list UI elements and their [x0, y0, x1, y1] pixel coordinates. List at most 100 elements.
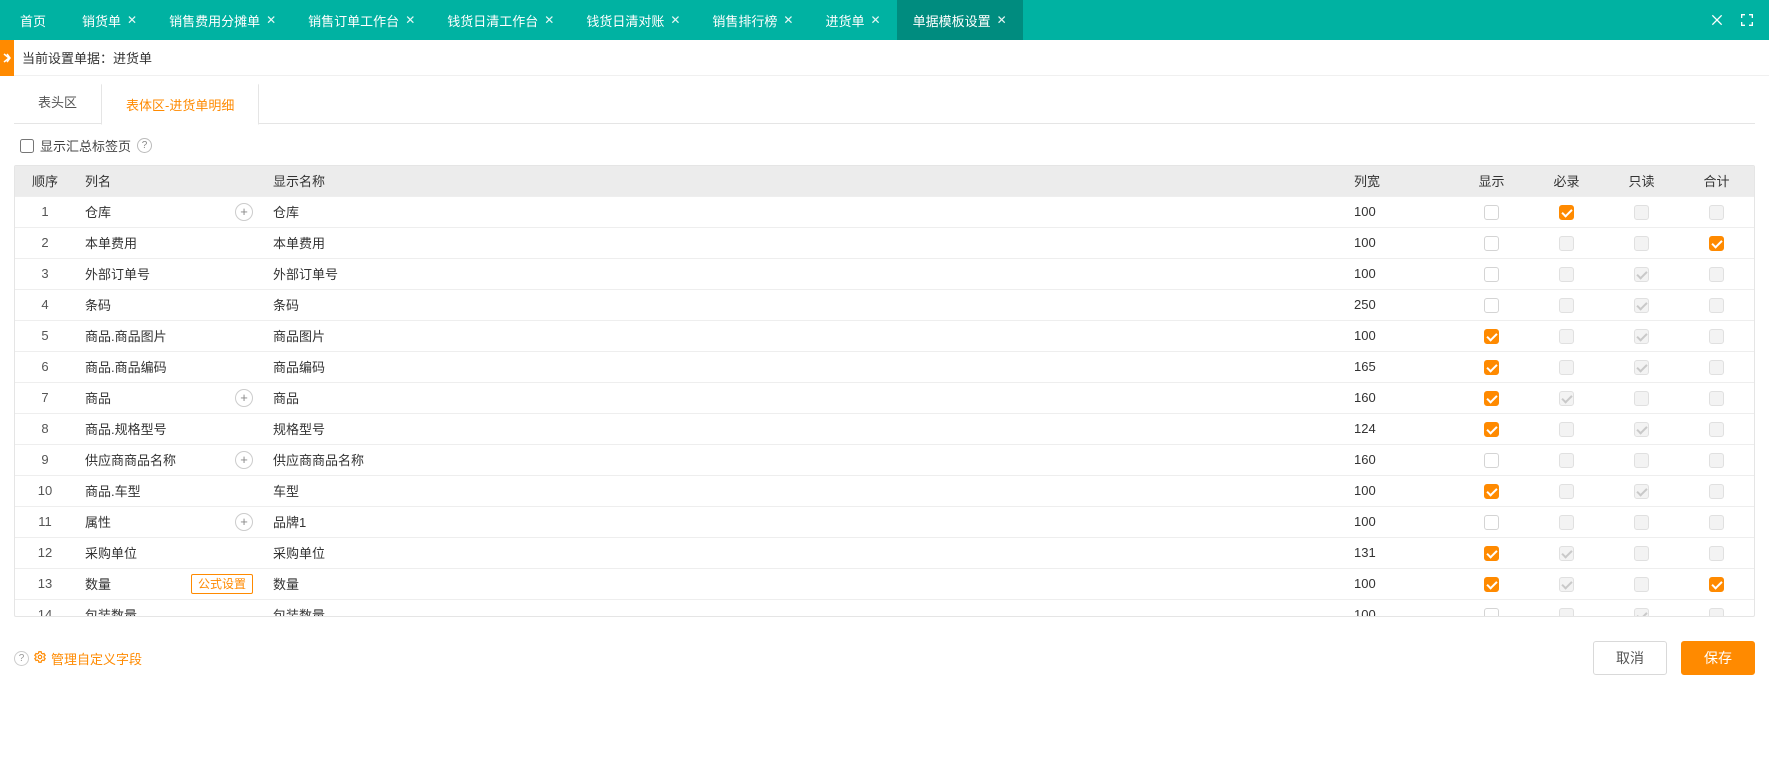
- cell-colname: 商品.车型: [75, 475, 263, 506]
- cell-dispname: 商品图片: [263, 320, 1344, 351]
- cell-colname: 包装数量: [75, 599, 263, 616]
- cell-colname: 条码: [75, 289, 263, 320]
- cell-seq: 12: [15, 537, 75, 568]
- show-sum-tab-label: 显示汇总标签页: [40, 136, 131, 155]
- plus-icon[interactable]: +: [235, 513, 253, 531]
- cell-dispname: 仓库: [263, 196, 1344, 227]
- readonly-checkbox: [1634, 298, 1649, 313]
- show-checkbox[interactable]: [1484, 360, 1499, 375]
- show-checkbox[interactable]: [1484, 484, 1499, 499]
- show-checkbox[interactable]: [1484, 608, 1499, 616]
- table-row[interactable]: 5商品.商品图片商品图片100: [15, 320, 1754, 351]
- cancel-button[interactable]: 取消: [1593, 641, 1667, 675]
- sum-checkbox[interactable]: [1709, 577, 1724, 592]
- top-tab[interactable]: 首页: [0, 0, 66, 40]
- table-row[interactable]: 12采购单位采购单位131: [15, 537, 1754, 568]
- close-icon[interactable]: ✕: [266, 13, 276, 27]
- table-row[interactable]: 9供应商商品名称+供应商商品名称160: [15, 444, 1754, 475]
- expand-chevron-icon[interactable]: [0, 40, 14, 76]
- cell-seq: 13: [15, 568, 75, 599]
- close-icon[interactable]: ✕: [670, 13, 680, 27]
- table-row[interactable]: 14包装数量包装数量100: [15, 599, 1754, 616]
- show-checkbox[interactable]: [1484, 205, 1499, 220]
- required-checkbox[interactable]: [1559, 205, 1574, 220]
- show-checkbox[interactable]: [1484, 453, 1499, 468]
- top-tab-label: 首页: [20, 11, 46, 30]
- top-tab[interactable]: 销售费用分摊单✕: [153, 0, 292, 40]
- table-row[interactable]: 8商品.规格型号规格型号124: [15, 413, 1754, 444]
- help-icon[interactable]: ?: [137, 138, 152, 153]
- close-icon[interactable]: ✕: [544, 13, 554, 27]
- required-checkbox: [1559, 546, 1574, 561]
- show-checkbox[interactable]: [1484, 422, 1499, 437]
- table-row[interactable]: 3外部订单号外部订单号100: [15, 258, 1754, 289]
- formula-button[interactable]: 公式设置: [191, 574, 253, 594]
- readonly-checkbox: [1634, 422, 1649, 437]
- show-checkbox[interactable]: [1484, 577, 1499, 592]
- close-icon[interactable]: ✕: [997, 13, 1007, 27]
- top-tab-label: 钱货日清工作台: [447, 11, 538, 30]
- cell-seq: 9: [15, 444, 75, 475]
- show-checkbox[interactable]: [1484, 391, 1499, 406]
- top-tab-bar: 首页销货单✕销售费用分摊单✕销售订单工作台✕钱货日清工作台✕钱货日清对账✕销售排…: [0, 0, 1769, 40]
- manage-custom-fields-link[interactable]: 管理自定义字段: [51, 649, 142, 668]
- cell-width: 160: [1344, 382, 1454, 413]
- cell-colname: 供应商商品名称+: [75, 444, 263, 475]
- sum-checkbox: [1709, 422, 1724, 437]
- th-show: 显示: [1454, 166, 1529, 196]
- save-button[interactable]: 保存: [1681, 641, 1755, 675]
- show-checkbox[interactable]: [1484, 515, 1499, 530]
- show-sum-tab-checkbox[interactable]: [20, 139, 34, 153]
- required-checkbox: [1559, 360, 1574, 375]
- cell-width: 100: [1344, 258, 1454, 289]
- top-tab[interactable]: 进货单✕: [809, 0, 896, 40]
- th-dispname: 显示名称: [263, 166, 1344, 196]
- table-row[interactable]: 7商品+商品160: [15, 382, 1754, 413]
- cell-width: 100: [1344, 475, 1454, 506]
- plus-icon[interactable]: +: [235, 389, 253, 407]
- top-tab-label: 单据模板设置: [913, 11, 991, 30]
- table-row[interactable]: 11属性+品牌1100: [15, 506, 1754, 537]
- sum-checkbox[interactable]: [1709, 236, 1724, 251]
- show-checkbox[interactable]: [1484, 267, 1499, 282]
- cell-dispname: 包装数量: [263, 599, 1344, 616]
- top-tab[interactable]: 钱货日清对账✕: [570, 0, 696, 40]
- show-checkbox[interactable]: [1484, 298, 1499, 313]
- cell-colname: 外部订单号: [75, 258, 263, 289]
- plus-icon[interactable]: +: [235, 451, 253, 469]
- close-icon[interactable]: ✕: [127, 13, 137, 27]
- show-checkbox[interactable]: [1484, 329, 1499, 344]
- cell-seq: 5: [15, 320, 75, 351]
- location-prefix: 当前设置单据：: [22, 51, 113, 66]
- cell-width: 100: [1344, 320, 1454, 351]
- top-tab[interactable]: 钱货日清工作台 ✕: [431, 0, 570, 40]
- sub-tab[interactable]: 表体区-进货单明细: [101, 83, 259, 125]
- show-checkbox[interactable]: [1484, 546, 1499, 561]
- table-row[interactable]: 10商品.车型车型100: [15, 475, 1754, 506]
- table-row[interactable]: 1仓库+仓库100: [15, 196, 1754, 227]
- top-tab[interactable]: 销售排行榜✕: [696, 0, 809, 40]
- close-icon[interactable]: ✕: [871, 13, 881, 27]
- top-tab[interactable]: 销售订单工作台 ✕: [292, 0, 431, 40]
- cell-width: 100: [1344, 196, 1454, 227]
- top-tab[interactable]: 销货单✕: [66, 0, 153, 40]
- fullscreen-icon[interactable]: [1739, 12, 1755, 28]
- readonly-checkbox: [1634, 608, 1649, 616]
- sub-tab[interactable]: 表头区: [14, 82, 101, 124]
- plus-icon[interactable]: +: [235, 203, 253, 221]
- top-tab-label: 销售订单工作台: [308, 11, 399, 30]
- show-checkbox[interactable]: [1484, 236, 1499, 251]
- table-row[interactable]: 4条码条码250: [15, 289, 1754, 320]
- readonly-checkbox: [1634, 391, 1649, 406]
- cell-colname: 商品.商品编码: [75, 351, 263, 382]
- table-row[interactable]: 6商品.商品编码商品编码165: [15, 351, 1754, 382]
- readonly-checkbox: [1634, 515, 1649, 530]
- table-row[interactable]: 13数量公式设置数量100: [15, 568, 1754, 599]
- close-panel-icon[interactable]: [1709, 12, 1725, 28]
- table-row[interactable]: 2本单费用本单费用100: [15, 227, 1754, 258]
- sum-checkbox: [1709, 360, 1724, 375]
- top-tab[interactable]: 单据模板设置 ✕: [897, 0, 1023, 40]
- footer-help-icon[interactable]: ?: [14, 651, 29, 666]
- close-icon[interactable]: ✕: [405, 13, 415, 27]
- close-icon[interactable]: ✕: [783, 13, 793, 27]
